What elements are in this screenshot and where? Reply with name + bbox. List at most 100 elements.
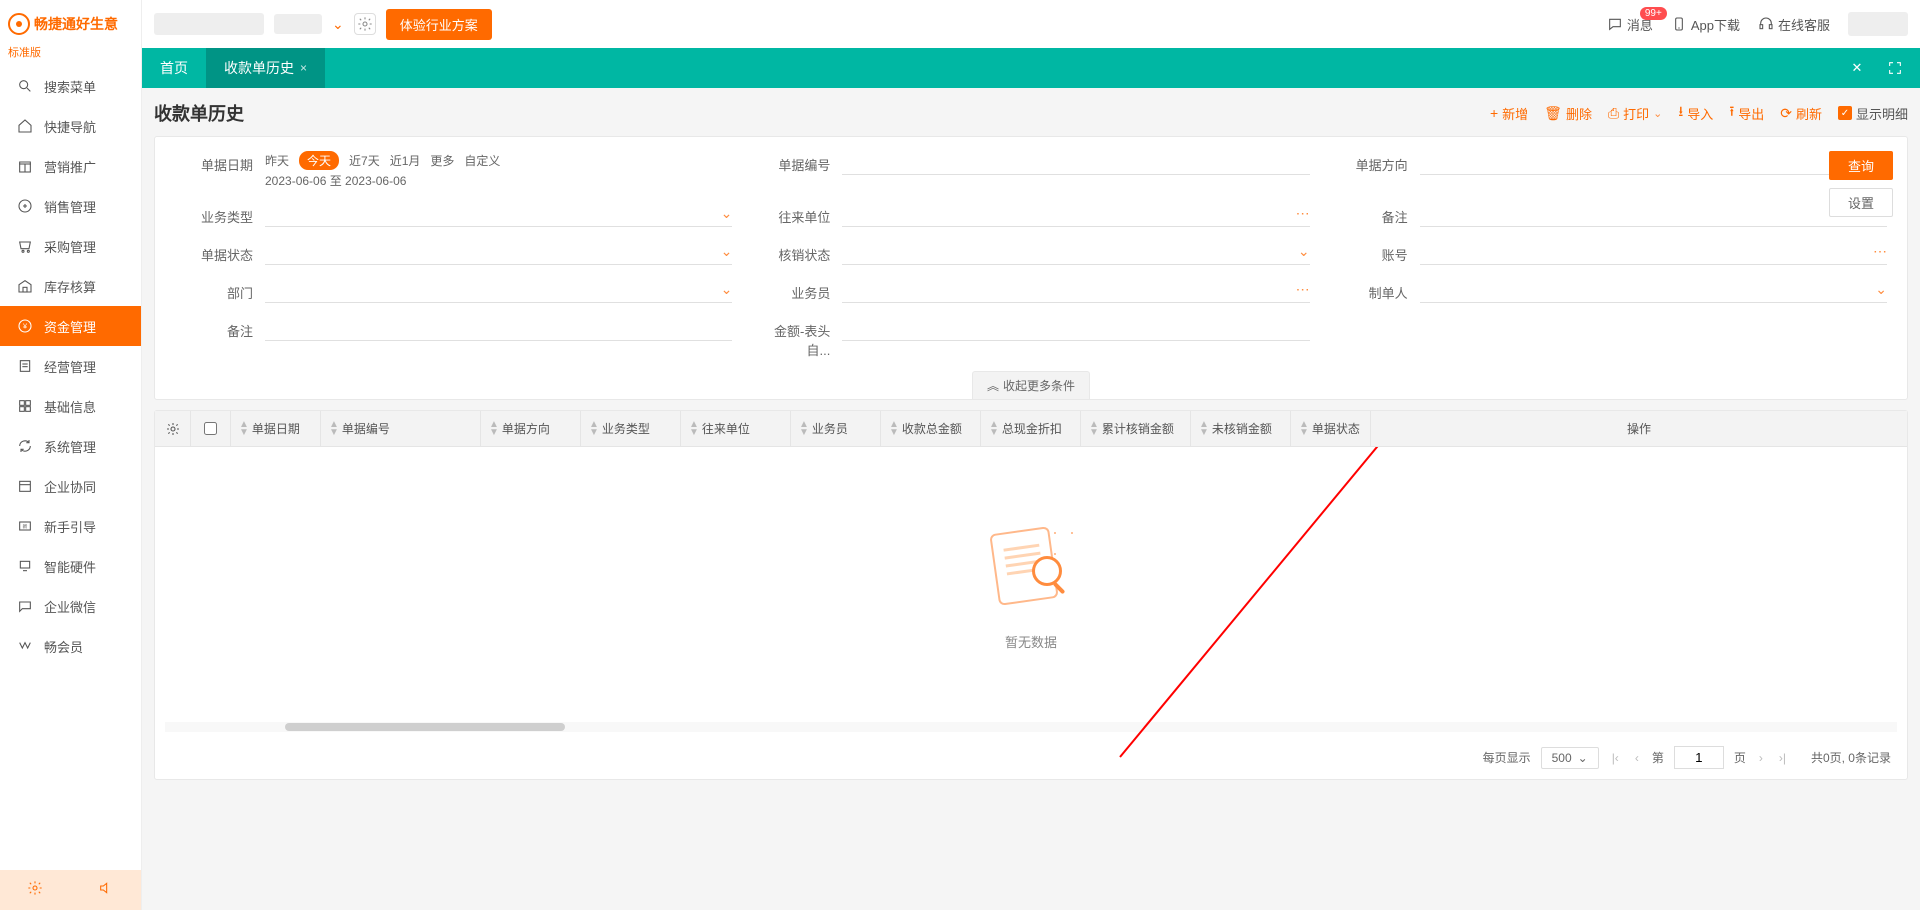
- remark-a-input[interactable]: [1420, 203, 1887, 227]
- import-button[interactable]: ⭳导入: [1678, 101, 1713, 125]
- filter-salesman: 业务员 ⋯: [752, 279, 1309, 303]
- sidebar-item-purchase[interactable]: 采购管理: [0, 226, 141, 266]
- sidebar-item-search[interactable]: 搜索菜单: [0, 66, 141, 106]
- prev-page-button[interactable]: ‹: [1632, 751, 1642, 765]
- col-verified[interactable]: ▲▼累计核销金额: [1081, 411, 1191, 446]
- online-service-link[interactable]: 在线客服: [1758, 15, 1830, 34]
- more-icon[interactable]: ⋯: [1296, 281, 1310, 298]
- add-button[interactable]: +新增: [1490, 104, 1528, 123]
- refresh-button[interactable]: ⟳刷新: [1780, 104, 1822, 123]
- dept-select[interactable]: [265, 279, 732, 303]
- date-shortcut[interactable]: 昨天: [265, 152, 289, 169]
- tab-close-icon[interactable]: ✕: [1842, 53, 1872, 83]
- export-button[interactable]: ⭱导出: [1729, 101, 1764, 125]
- sort-icon: ▲▼: [1299, 421, 1309, 437]
- sidebar-item-finance[interactable]: ¥资金管理: [0, 306, 141, 346]
- partner-input[interactable]: [842, 203, 1309, 227]
- chevron-down-icon[interactable]: ⌄: [721, 205, 733, 222]
- print-button[interactable]: ⎙打印 ⌄: [1608, 104, 1662, 123]
- chevron-down-icon[interactable]: ⌄: [1298, 243, 1310, 260]
- message-badge: 99+: [1640, 7, 1667, 20]
- chevron-down-icon[interactable]: ⌄: [332, 16, 344, 33]
- message-link[interactable]: 消息 99+: [1607, 15, 1653, 34]
- col-date[interactable]: ▲▼单据日期: [231, 411, 321, 446]
- select-all-checkbox[interactable]: [191, 411, 231, 446]
- date-shortcut[interactable]: 自定义: [464, 152, 500, 169]
- amount-input[interactable]: [842, 317, 1309, 341]
- delete-button[interactable]: 🗑删除: [1544, 104, 1592, 123]
- col-discount[interactable]: ▲▼总现金折扣: [981, 411, 1081, 446]
- filter-label-docstatus: 单据状态: [175, 241, 265, 264]
- sidebar-item-basicinfo[interactable]: 基础信息: [0, 386, 141, 426]
- account-input[interactable]: [1420, 241, 1887, 265]
- sidebar-item-marketing[interactable]: 营销推广: [0, 146, 141, 186]
- h-scrollbar[interactable]: [165, 722, 1897, 732]
- date-shortcut[interactable]: 近7天: [349, 152, 380, 169]
- app-download-link[interactable]: App下载: [1671, 15, 1740, 34]
- sort-icon: ▲▼: [239, 421, 249, 437]
- scrollbar-thumb[interactable]: [285, 723, 565, 731]
- chevron-down-icon[interactable]: ⌄: [721, 243, 733, 260]
- query-button[interactable]: 查询: [1829, 151, 1893, 180]
- verify-select[interactable]: [842, 241, 1309, 265]
- chevron-down-icon[interactable]: ⌄: [721, 281, 733, 298]
- col-status[interactable]: ▲▼单据状态: [1291, 411, 1371, 446]
- more-icon[interactable]: ⋯: [1873, 243, 1887, 260]
- docstatus-select[interactable]: [265, 241, 732, 265]
- sidebar-item-label: 采购管理: [44, 237, 96, 256]
- direction-select[interactable]: [1420, 151, 1887, 175]
- more-icon[interactable]: ⋯: [1296, 205, 1310, 222]
- first-page-button[interactable]: |‹: [1609, 751, 1622, 765]
- salesman-input[interactable]: [842, 279, 1309, 303]
- docno-input[interactable]: [842, 151, 1309, 175]
- sidebar-item-hardware[interactable]: 智能硬件: [0, 546, 141, 586]
- filter-setting-button[interactable]: 设置: [1829, 188, 1893, 217]
- settings-icon[interactable]: [27, 880, 43, 901]
- sound-icon[interactable]: [98, 880, 114, 901]
- column-config-button[interactable]: [155, 411, 191, 446]
- col-unverified[interactable]: ▲▼未核销金额: [1191, 411, 1291, 446]
- date-shortcut[interactable]: 近1月: [390, 152, 421, 169]
- remark-b-input[interactable]: [265, 317, 732, 341]
- chevron-down-icon[interactable]: ⌄: [1875, 281, 1887, 298]
- sort-icon: ▲▼: [799, 421, 809, 437]
- sidebar-item-wechat[interactable]: 企业微信: [0, 586, 141, 626]
- creator-select[interactable]: [1420, 279, 1887, 303]
- col-direction[interactable]: ▲▼单据方向: [481, 411, 581, 446]
- col-biztype[interactable]: ▲▼业务类型: [581, 411, 681, 446]
- sidebar-item-sales[interactable]: 销售管理: [0, 186, 141, 226]
- select-all-input[interactable]: [204, 422, 217, 435]
- per-page-select[interactable]: 500 ⌄: [1541, 747, 1599, 769]
- col-salesman[interactable]: ▲▼业务员: [791, 411, 881, 446]
- sidebar-item-system[interactable]: 系统管理: [0, 426, 141, 466]
- sidebar-item-label: 搜索菜单: [44, 77, 96, 96]
- sidebar-item-member[interactable]: 畅会员: [0, 626, 141, 666]
- brand-edition: 标准版: [0, 44, 141, 60]
- col-docno[interactable]: ▲▼单据编号: [321, 411, 481, 446]
- col-operate: 操作: [1371, 411, 1907, 446]
- next-page-button[interactable]: ›: [1756, 751, 1766, 765]
- show-detail-toggle[interactable]: ✓显示明细: [1838, 104, 1908, 123]
- page-input[interactable]: [1674, 746, 1724, 769]
- delete-label: 删除: [1566, 104, 1592, 123]
- sort-icon: ▲▼: [689, 421, 699, 437]
- sidebar-item-inventory[interactable]: 库存核算: [0, 266, 141, 306]
- biztype-select[interactable]: [265, 203, 732, 227]
- sidebar-item-operation[interactable]: 经营管理: [0, 346, 141, 386]
- gear-icon[interactable]: [354, 13, 376, 35]
- experience-button[interactable]: 体验行业方案: [386, 9, 492, 40]
- col-total[interactable]: ▲▼收款总金额: [881, 411, 981, 446]
- col-partner[interactable]: ▲▼往来单位: [681, 411, 791, 446]
- fullscreen-icon[interactable]: [1880, 53, 1910, 83]
- sidebar-item-collab[interactable]: 企业协同: [0, 466, 141, 506]
- collapse-filters-button[interactable]: ︽ 收起更多条件: [972, 371, 1090, 399]
- tab-1[interactable]: 收款单历史×: [206, 48, 325, 88]
- filter-biztype: 业务类型 ⌄: [175, 203, 732, 227]
- sidebar-item-guide[interactable]: 新新手引导: [0, 506, 141, 546]
- last-page-button[interactable]: ›|: [1776, 751, 1789, 765]
- date-shortcut[interactable]: 今天: [299, 151, 339, 170]
- date-shortcut[interactable]: 更多: [430, 152, 454, 169]
- close-icon[interactable]: ×: [300, 61, 307, 75]
- tab-0[interactable]: 首页: [142, 48, 206, 88]
- sidebar-item-quicknav[interactable]: 快捷导航: [0, 106, 141, 146]
